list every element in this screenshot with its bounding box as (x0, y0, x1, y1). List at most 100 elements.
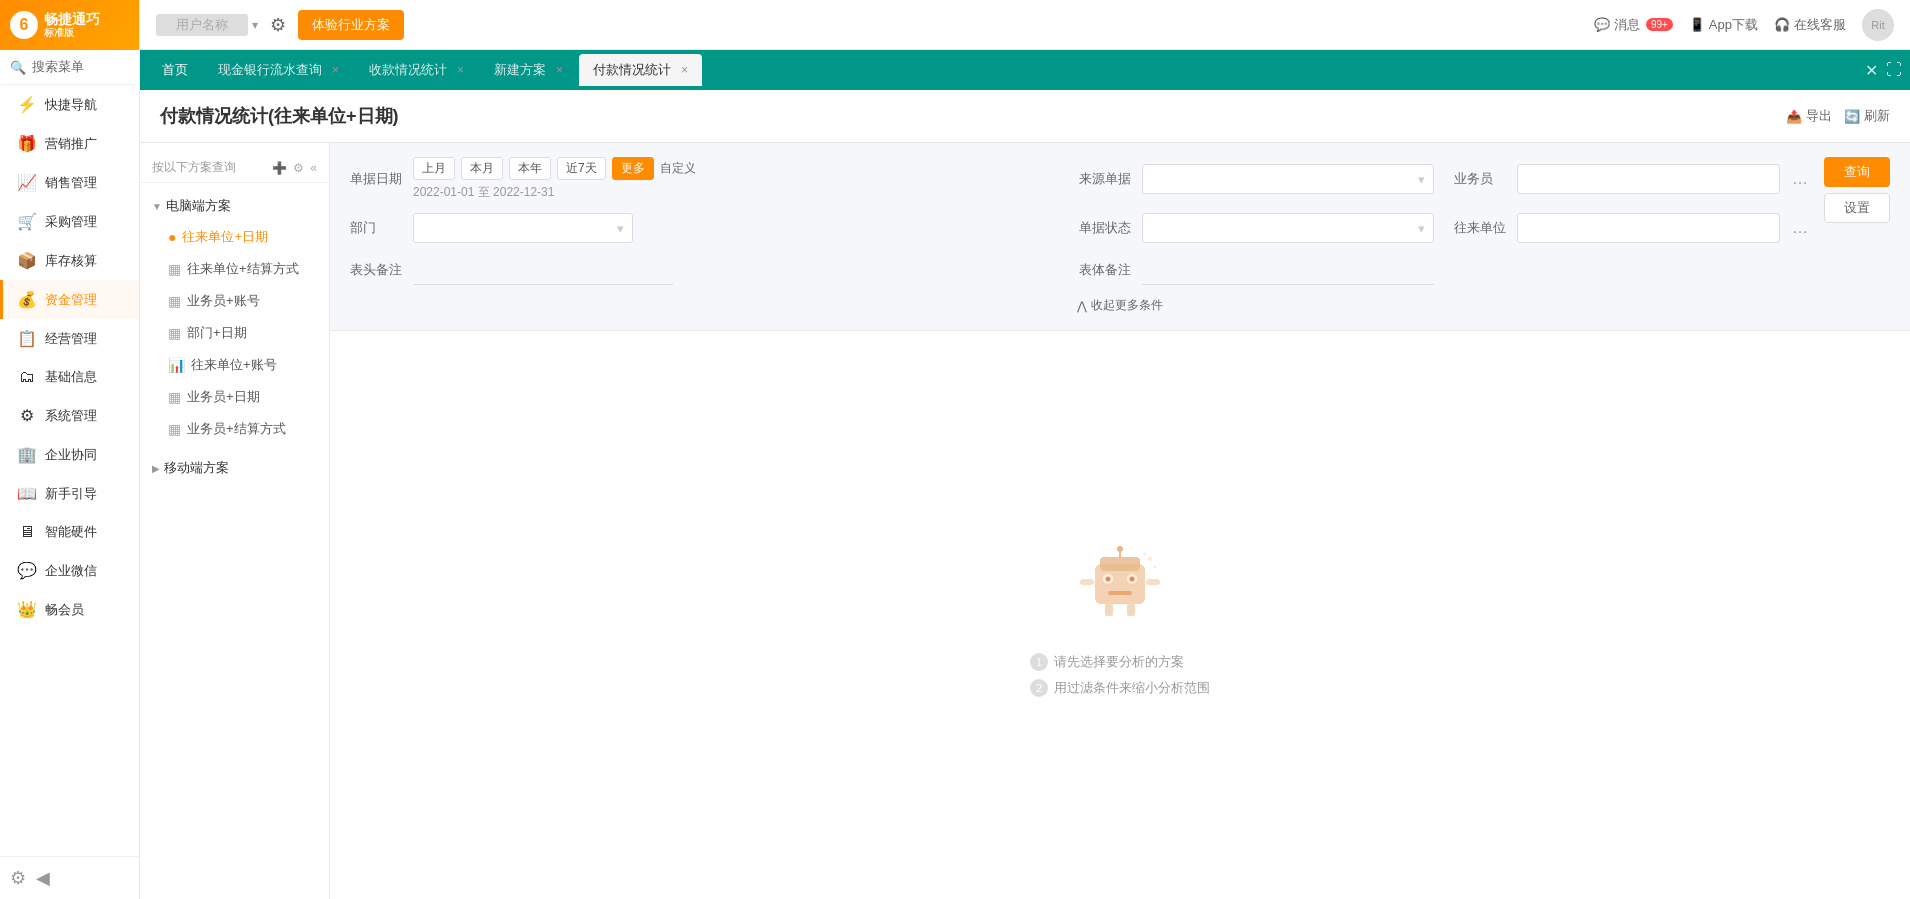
sidebar-item-operations[interactable]: 📋经营管理 (0, 319, 139, 358)
staff-date-icon: ▦ (168, 389, 181, 405)
staff-more-icon[interactable]: … (1792, 170, 1808, 188)
tab-close-new-scheme[interactable]: × (556, 63, 563, 77)
partner-payment-icon: ▦ (168, 261, 181, 277)
date-filter: 上月 本月 本年 近7天 更多 自定义 2022-01-01 至 2022-12… (413, 157, 696, 201)
message-button[interactable]: 💬 消息 99+ (1594, 16, 1673, 34)
filter-row-2: 部门 ▾ 单据状态 ▾ (350, 213, 1808, 243)
search-label: 搜索菜单 (32, 58, 84, 76)
tab-new-scheme[interactable]: 新建方案 × (480, 54, 577, 86)
tab-close-payment[interactable]: × (681, 63, 688, 77)
sidebar-nav: ⚡快捷导航🎁营销推广 📈 销售管理 🛒采购管理📦库存核算💰资金管理📋经营管理🗂基础信息… (0, 85, 139, 629)
header-actions: 💬 消息 99+ 📱 App下载 🎧 在线客服 Rit (1594, 9, 1894, 41)
partner-account-icon: 📊 (168, 357, 185, 373)
date-7days[interactable]: 近7天 (557, 157, 606, 180)
dept-label: 部门 (350, 219, 405, 237)
body-note-input[interactable] (1142, 255, 1434, 285)
user-area: 用户名称 ▾ (156, 14, 258, 36)
main-area: 用户名称 ▾ ⚙ 体验行业方案 💬 消息 99+ 📱 App下载 🎧 在线客服 … (140, 0, 1910, 899)
source-select[interactable]: ▾ (1142, 164, 1434, 194)
query-button[interactable]: 查询 (1824, 157, 1890, 187)
sidebar-item-inventory[interactable]: 📦库存核算 (0, 241, 139, 280)
tab-receivable[interactable]: 收款情况统计× (355, 54, 478, 86)
empty-tip-1: 1 请先选择要分析的方案 (1030, 649, 1210, 675)
sidebar-item-label: 销售管理 (45, 174, 97, 192)
date-last-month[interactable]: 上月 (413, 157, 455, 180)
scheme-item-staff-account[interactable]: ▦业务员+账号 (140, 285, 329, 317)
scheme-item-partner-account[interactable]: 📊往来单位+账号 (140, 349, 329, 381)
collapse-sidebar-icon[interactable]: ◀ (36, 867, 50, 889)
scheme-collapse-icon[interactable]: « (310, 161, 317, 175)
top-header: 用户名称 ▾ ⚙ 体验行业方案 💬 消息 99+ 📱 App下载 🎧 在线客服 … (140, 0, 1910, 50)
online-service-button[interactable]: 🎧 在线客服 (1774, 16, 1846, 34)
sidebar-item-quick-nav[interactable]: ⚡快捷导航 (0, 85, 139, 124)
staff-select[interactable] (1517, 164, 1781, 194)
header-settings-icon[interactable]: ⚙ (270, 14, 286, 36)
guide-icon: 📖 (17, 484, 37, 503)
add-scheme-icon[interactable]: ➕ (272, 161, 287, 175)
sidebar-item-sales[interactable]: 📈 销售管理 (0, 163, 139, 202)
partner-more-icon[interactable]: … (1792, 219, 1808, 237)
doc-status-select[interactable]: ▾ (1142, 213, 1434, 243)
date-more[interactable]: 更多 (612, 157, 654, 180)
tab-payment[interactable]: 付款情况统计× (579, 54, 702, 86)
maximize-window-icon[interactable]: ⛶ (1886, 61, 1902, 80)
page-title: 付款情况统计(往来单位+日期) (160, 104, 399, 128)
desktop-group-header[interactable]: ▼ 电脑端方案 (140, 191, 329, 221)
app-download-label: App下载 (1709, 16, 1758, 34)
doc-status-label: 单据状态 (1079, 219, 1134, 237)
date-custom-label[interactable]: 自定义 (660, 160, 696, 177)
settings-bottom-icon[interactable]: ⚙ (10, 867, 26, 889)
close-window-icon[interactable]: ✕ (1865, 61, 1878, 80)
date-this-year[interactable]: 本年 (509, 157, 551, 180)
mobile-arrow-icon: ▶ (152, 463, 160, 474)
tab-close-receivable[interactable]: × (457, 63, 464, 77)
tab-home[interactable]: 首页 (148, 54, 202, 86)
sidebar-item-label: 采购管理 (45, 213, 97, 231)
body-note-label: 表体备注 (1079, 261, 1134, 279)
sidebar-item-enterprise[interactable]: 🏢企业协同 (0, 435, 139, 474)
scheme-item-label: 业务员+日期 (187, 388, 260, 406)
mobile-group-header[interactable]: ▶ 移动端方案 (140, 453, 329, 483)
message-label: 消息 (1614, 16, 1640, 34)
trial-button[interactable]: 体验行业方案 (298, 10, 404, 40)
sidebar-item-marketing[interactable]: 🎁营销推广 (0, 124, 139, 163)
refresh-button[interactable]: 🔄 刷新 (1844, 107, 1890, 125)
sidebar-item-label: 营销推广 (45, 135, 97, 153)
scheme-item-dept-date[interactable]: ▦部门+日期 (140, 317, 329, 349)
header-note-input[interactable] (413, 255, 673, 285)
sidebar-item-wechat[interactable]: 💬企业微信 (0, 551, 139, 590)
tab-label: 新建方案 (494, 61, 546, 79)
sidebar-item-vip[interactable]: 👑畅会员 (0, 590, 139, 629)
source-filter-group: 来源单据 ▾ (1079, 164, 1434, 194)
sidebar-item-guide[interactable]: 📖新手引导 (0, 474, 139, 513)
sidebar-item-basic-info[interactable]: 🗂基础信息 (0, 358, 139, 396)
sidebar-item-system[interactable]: ⚙系统管理 (0, 396, 139, 435)
scheme-item-partner-date[interactable]: ●往来单位+日期 (140, 221, 329, 253)
sidebar-item-hardware[interactable]: 🖥智能硬件 (0, 513, 139, 551)
app-download-button[interactable]: 📱 App下载 (1689, 16, 1758, 34)
sidebar-item-finance[interactable]: 💰资金管理 (0, 280, 139, 319)
user-avatar[interactable]: Rit (1862, 9, 1894, 41)
scheme-settings-icon[interactable]: ⚙ (293, 161, 304, 175)
tab-close-bank-flow[interactable]: × (332, 63, 339, 77)
export-button[interactable]: 📤 导出 (1786, 107, 1832, 125)
tab-bank-flow[interactable]: 现金银行流水查询 × (204, 54, 353, 86)
search-menu[interactable]: 🔍 搜索菜单 (0, 50, 139, 85)
scheme-item-partner-payment[interactable]: ▦往来单位+结算方式 (140, 253, 329, 285)
source-label: 来源单据 (1079, 170, 1134, 188)
enterprise-icon: 🏢 (17, 445, 37, 464)
scheme-item-staff-date[interactable]: ▦ 业务员+日期 (140, 381, 329, 413)
sales-icon: 📈 (17, 173, 37, 192)
date-this-month[interactable]: 本月 (461, 157, 503, 180)
partner-select[interactable] (1517, 213, 1781, 243)
sidebar-item-purchase[interactable]: 🛒采购管理 (0, 202, 139, 241)
doc-status-filter-group: 单据状态 ▾ (1079, 213, 1434, 243)
collapse-conditions-button[interactable]: ⋀ 收起更多条件 (350, 289, 1890, 322)
tab-label: 现金银行流水查询 (218, 61, 322, 79)
search-icon: 🔍 (10, 60, 26, 75)
dept-select[interactable]: ▾ (413, 213, 633, 243)
message-icon: 💬 (1594, 17, 1610, 32)
filter-settings-button[interactable]: 设置 (1824, 193, 1890, 223)
scheme-item-staff-payment[interactable]: ▦业务员+结算方式 (140, 413, 329, 445)
user-dropdown-icon[interactable]: ▾ (252, 18, 258, 32)
